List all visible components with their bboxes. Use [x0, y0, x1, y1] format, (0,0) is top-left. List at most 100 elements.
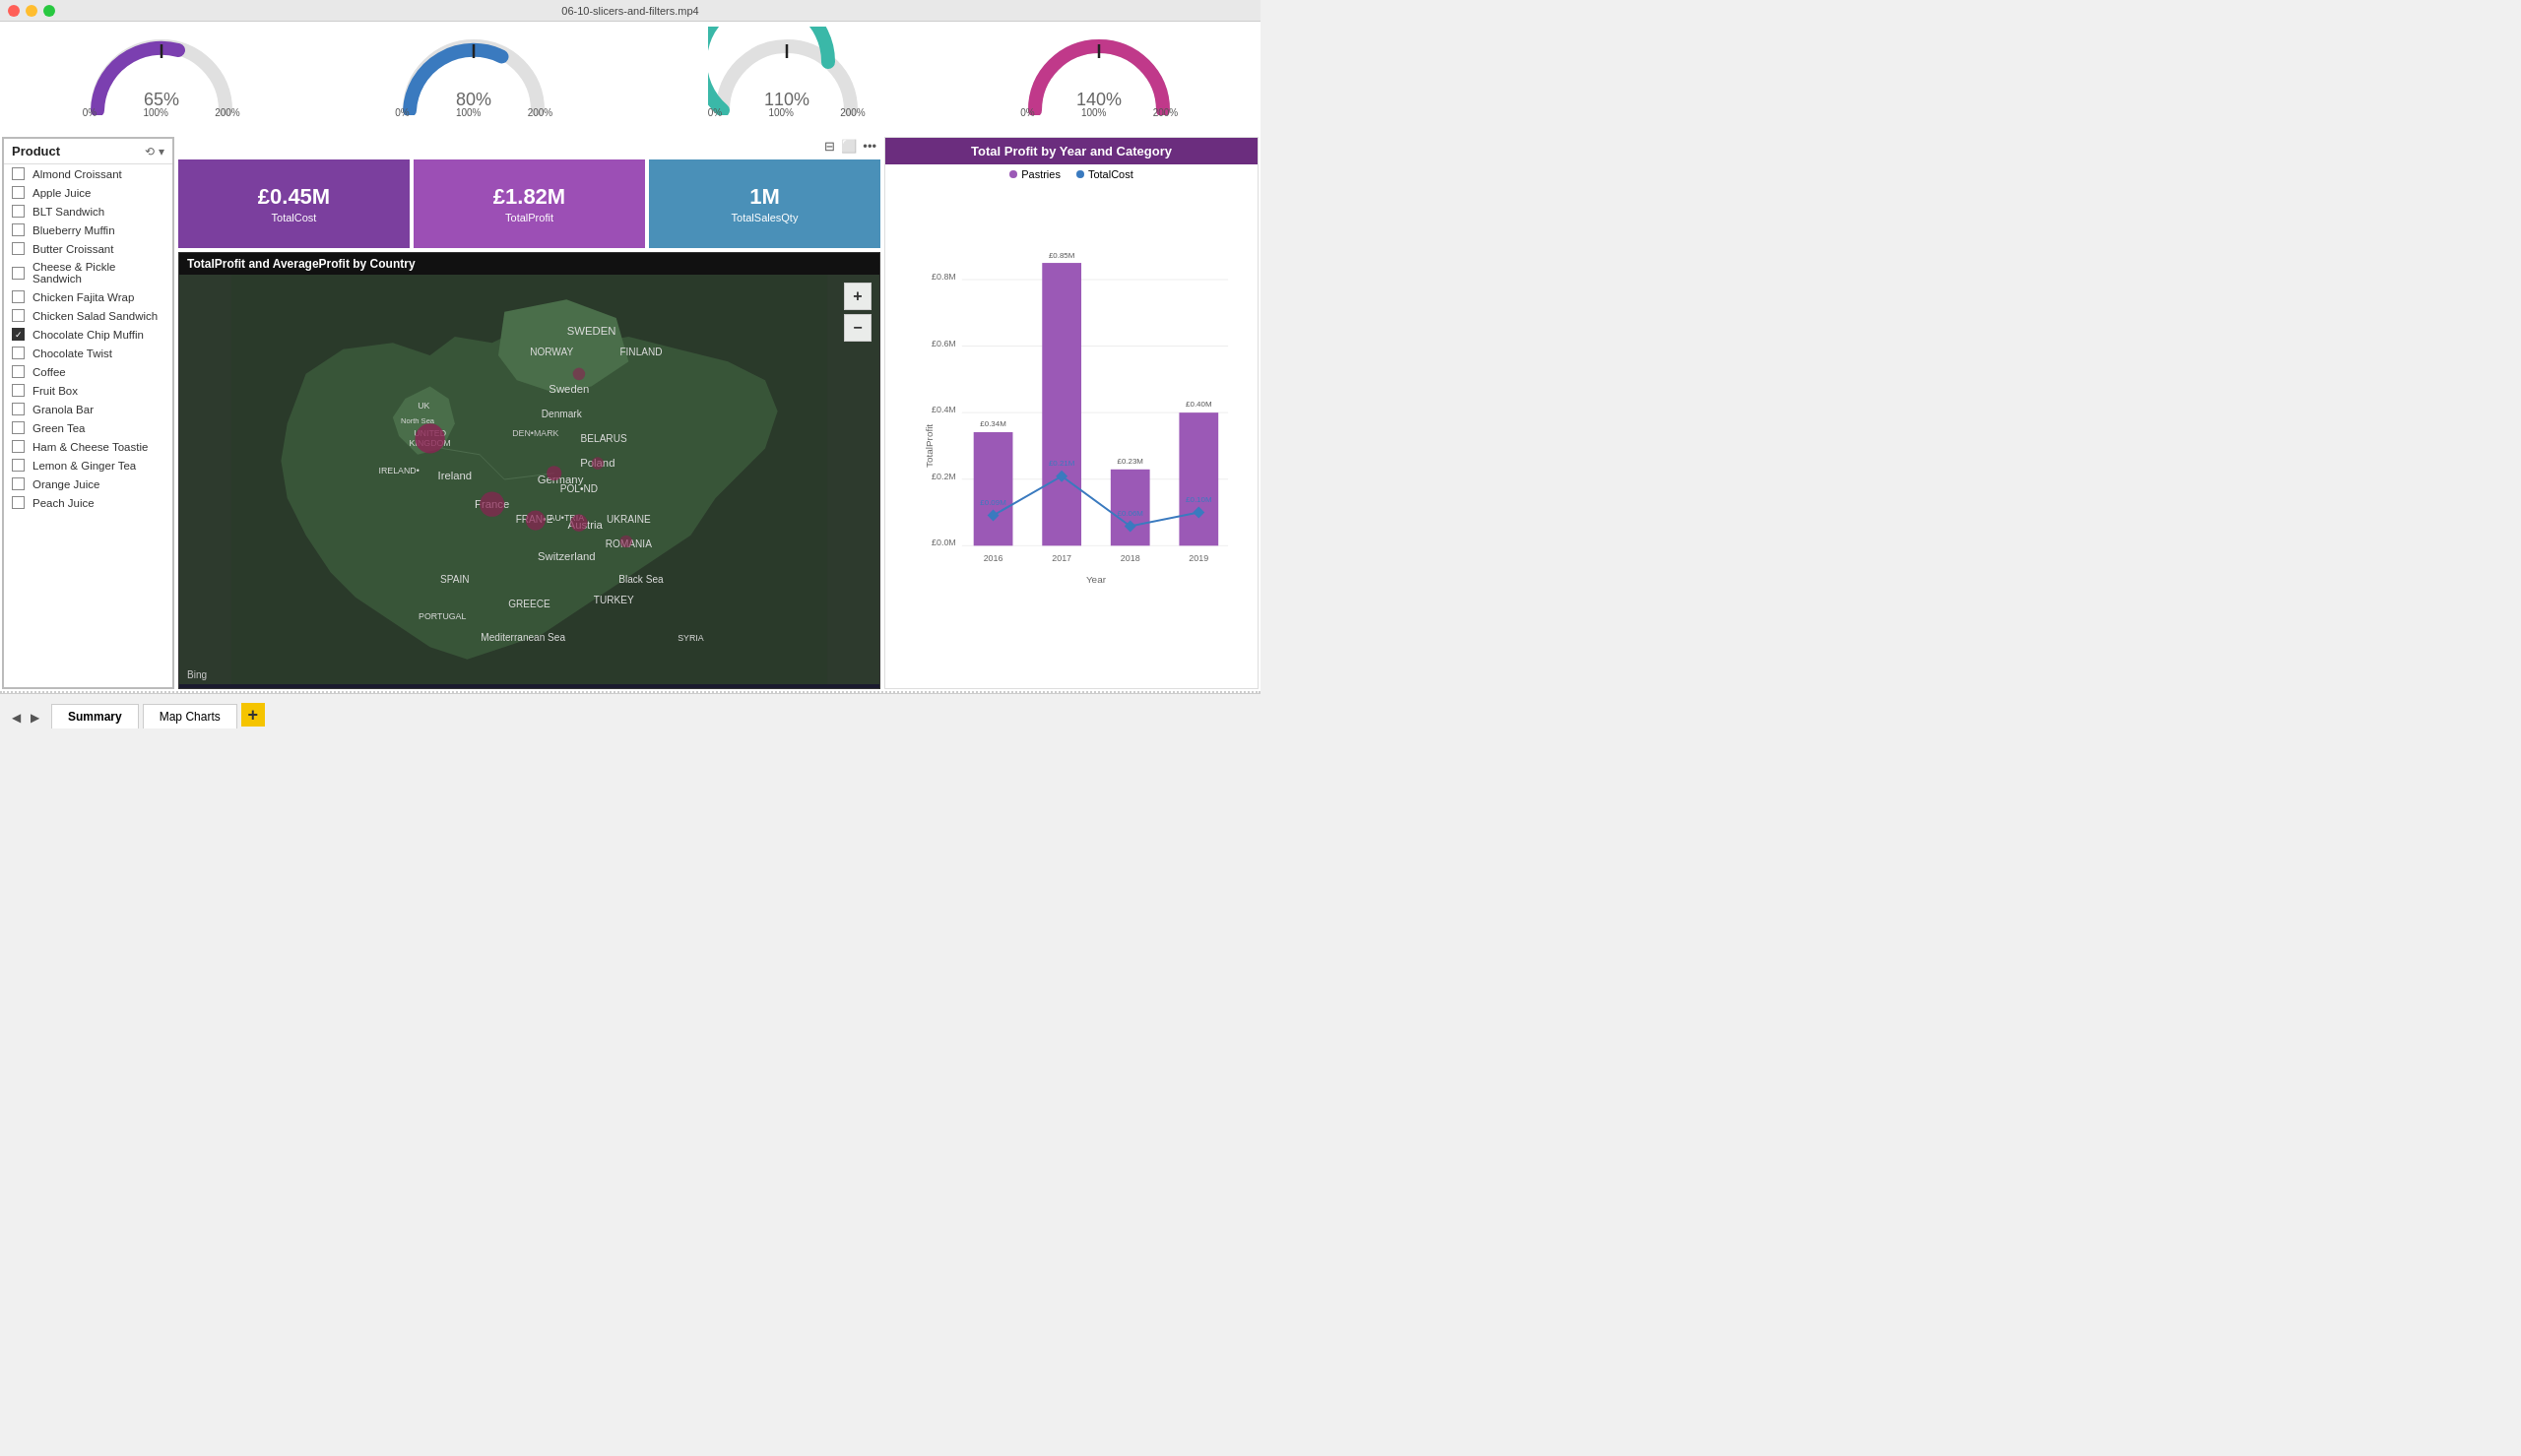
slicer-toolbar[interactable]: ⊟ ⬜ ••• — [178, 137, 880, 156]
slicer-checkbox-8[interactable] — [12, 328, 25, 341]
gauge-4: 140% 0% 100% 200% — [948, 27, 1252, 135]
slicer-checkbox-14[interactable] — [12, 440, 25, 453]
legend-totalcost: TotalCost — [1076, 168, 1133, 180]
nav-arrows[interactable]: ◀ ▶ — [8, 709, 43, 727]
slicer-item-12[interactable]: Granola Bar — [4, 400, 172, 418]
tab-summary[interactable]: Summary — [51, 704, 139, 728]
svg-text:PORTUGAL: PORTUGAL — [419, 611, 466, 621]
close-button[interactable] — [8, 5, 20, 17]
svg-text:£0.21M: £0.21M — [1049, 459, 1074, 468]
bar-chart-svg: TotalProfit £0.8M £0.6M £0.4M £0.2M £0.0… — [925, 189, 1248, 683]
eraser-icon[interactable]: ⟲ — [145, 145, 155, 158]
svg-text:TotalProfit: TotalProfit — [925, 424, 935, 468]
tab-map-charts[interactable]: Map Charts — [143, 704, 237, 728]
slicer-item-2[interactable]: BLT Sandwich — [4, 202, 172, 221]
slicer-checkbox-9[interactable] — [12, 347, 25, 359]
slicer-item-8[interactable]: Chocolate Chip Muffin — [4, 325, 172, 344]
svg-point-45 — [570, 514, 588, 532]
slicer-checkbox-10[interactable] — [12, 365, 25, 378]
expand-icon[interactable]: ⬜ — [841, 139, 857, 154]
slicer-item-17[interactable]: Peach Juice — [4, 493, 172, 512]
slicer-item-16[interactable]: Orange Juice — [4, 475, 172, 493]
slicer-item-10[interactable]: Coffee — [4, 362, 172, 381]
gauge-1-labels: 0% 100% 200% — [83, 107, 240, 118]
slicer-header: Product ⟲ ▾ — [4, 139, 172, 164]
svg-text:Black Sea: Black Sea — [618, 574, 664, 585]
slicer-item-5[interactable]: Cheese & Pickle Sandwich — [4, 258, 172, 287]
nav-right-arrow[interactable]: ▶ — [27, 709, 43, 727]
svg-text:SWEDEN: SWEDEN — [567, 325, 616, 337]
svg-point-47 — [592, 457, 605, 470]
svg-text:GREECE: GREECE — [508, 599, 550, 609]
svg-text:140%: 140% — [1076, 90, 1122, 109]
title-bar: 06-10-slicers-and-filters.mp4 — [0, 0, 1260, 22]
gauge-1-max: 200% — [215, 107, 240, 118]
nav-left-arrow[interactable]: ◀ — [8, 709, 25, 727]
map-body[interactable]: SWEDEN NORWAY FINLAND Sweden Denmark DEN… — [179, 275, 879, 684]
map-title: TotalProfit and AverageProfit by Country — [179, 253, 879, 275]
slicer-checkbox-2[interactable] — [12, 205, 25, 218]
slicer-item-6[interactable]: Chicken Fajita Wrap — [4, 287, 172, 306]
svg-text:80%: 80% — [456, 90, 491, 109]
kpi-qty: 1M TotalSalesQty — [649, 159, 880, 248]
slicer-checkbox-11[interactable] — [12, 384, 25, 397]
slicer-item-7[interactable]: Chicken Salad Sandwich — [4, 306, 172, 325]
svg-text:2019: 2019 — [1189, 553, 1208, 563]
slicer-item-1[interactable]: Apple Juice — [4, 183, 172, 202]
maximize-button[interactable] — [43, 5, 55, 17]
slicer-checkbox-3[interactable] — [12, 223, 25, 236]
map-container[interactable]: TotalProfit and AverageProfit by Country — [178, 252, 880, 689]
gauges-row: 65% 0% 100% 200% 80% 0% 100% 200% — [0, 22, 1260, 135]
slicer-item-3[interactable]: Blueberry Muffin — [4, 221, 172, 239]
slicer-checkbox-17[interactable] — [12, 496, 25, 509]
zoom-in-button[interactable]: + — [844, 283, 872, 310]
kpi-cost-label: TotalCost — [272, 212, 317, 223]
chevron-down-icon[interactable]: ▾ — [159, 145, 164, 158]
slicer-checkbox-15[interactable] — [12, 459, 25, 472]
slicer-item-label-14: Ham & Cheese Toastie — [32, 441, 148, 453]
slicer-item-label-15: Lemon & Ginger Tea — [32, 460, 136, 472]
slicer-item-14[interactable]: Ham & Cheese Toastie — [4, 437, 172, 456]
window-title: 06-10-slicers-and-filters.mp4 — [561, 5, 698, 17]
svg-text:£0.40M: £0.40M — [1186, 400, 1211, 409]
slicer-item-0[interactable]: Almond Croissant — [4, 164, 172, 183]
slicer-checkbox-13[interactable] — [12, 421, 25, 434]
filter-icon[interactable]: ⊟ — [824, 139, 835, 154]
svg-text:2017: 2017 — [1052, 553, 1071, 563]
slicer-item-4[interactable]: Butter Croissant — [4, 239, 172, 258]
slicer-item-9[interactable]: Chocolate Twist — [4, 344, 172, 362]
slicer-item-label-8: Chocolate Chip Muffin — [32, 329, 144, 341]
minimize-button[interactable] — [26, 5, 37, 17]
slicer-item-label-2: BLT Sandwich — [32, 206, 104, 218]
slicer-checkbox-6[interactable] — [12, 290, 25, 303]
slicer-item-15[interactable]: Lemon & Ginger Tea — [4, 456, 172, 475]
gauge-4-svg: 140% — [1020, 27, 1178, 115]
more-icon[interactable]: ••• — [863, 139, 876, 154]
legend-totalcost-dot — [1076, 170, 1084, 178]
zoom-out-button[interactable]: − — [844, 314, 872, 342]
slicer-item-13[interactable]: Green Tea — [4, 418, 172, 437]
svg-point-43 — [480, 492, 504, 517]
chart-area: TotalProfit £0.8M £0.6M £0.4M £0.2M £0.0… — [885, 184, 1258, 688]
svg-text:TURKEY: TURKEY — [594, 595, 634, 605]
tab-add-button[interactable]: + — [241, 703, 265, 727]
slicer-checkbox-12[interactable] — [12, 403, 25, 415]
window-controls[interactable] — [8, 5, 55, 17]
slicer-checkbox-7[interactable] — [12, 309, 25, 322]
chart-panel: Total Profit by Year and Category Pastri… — [884, 137, 1259, 689]
slicer-checkbox-1[interactable] — [12, 186, 25, 199]
svg-text:2016: 2016 — [984, 553, 1003, 563]
svg-point-42 — [416, 423, 445, 453]
slicer-icon-group[interactable]: ⟲ ▾ — [145, 145, 164, 158]
svg-text:Mediterranean Sea: Mediterranean Sea — [481, 632, 565, 643]
slicer-checkbox-4[interactable] — [12, 242, 25, 255]
legend-totalcost-label: TotalCost — [1088, 168, 1133, 180]
slicer-checkbox-5[interactable] — [12, 267, 25, 280]
slicer-item-11[interactable]: Fruit Box — [4, 381, 172, 400]
bar-2018 — [1111, 470, 1150, 546]
slicer-list[interactable]: Almond CroissantApple Juice BLT Sandwich B… — [4, 164, 172, 687]
slicer-item-label-13: Green Tea — [32, 422, 86, 434]
slicer-checkbox-0[interactable] — [12, 167, 25, 180]
bar-2019 — [1179, 412, 1218, 545]
slicer-checkbox-16[interactable] — [12, 477, 25, 490]
